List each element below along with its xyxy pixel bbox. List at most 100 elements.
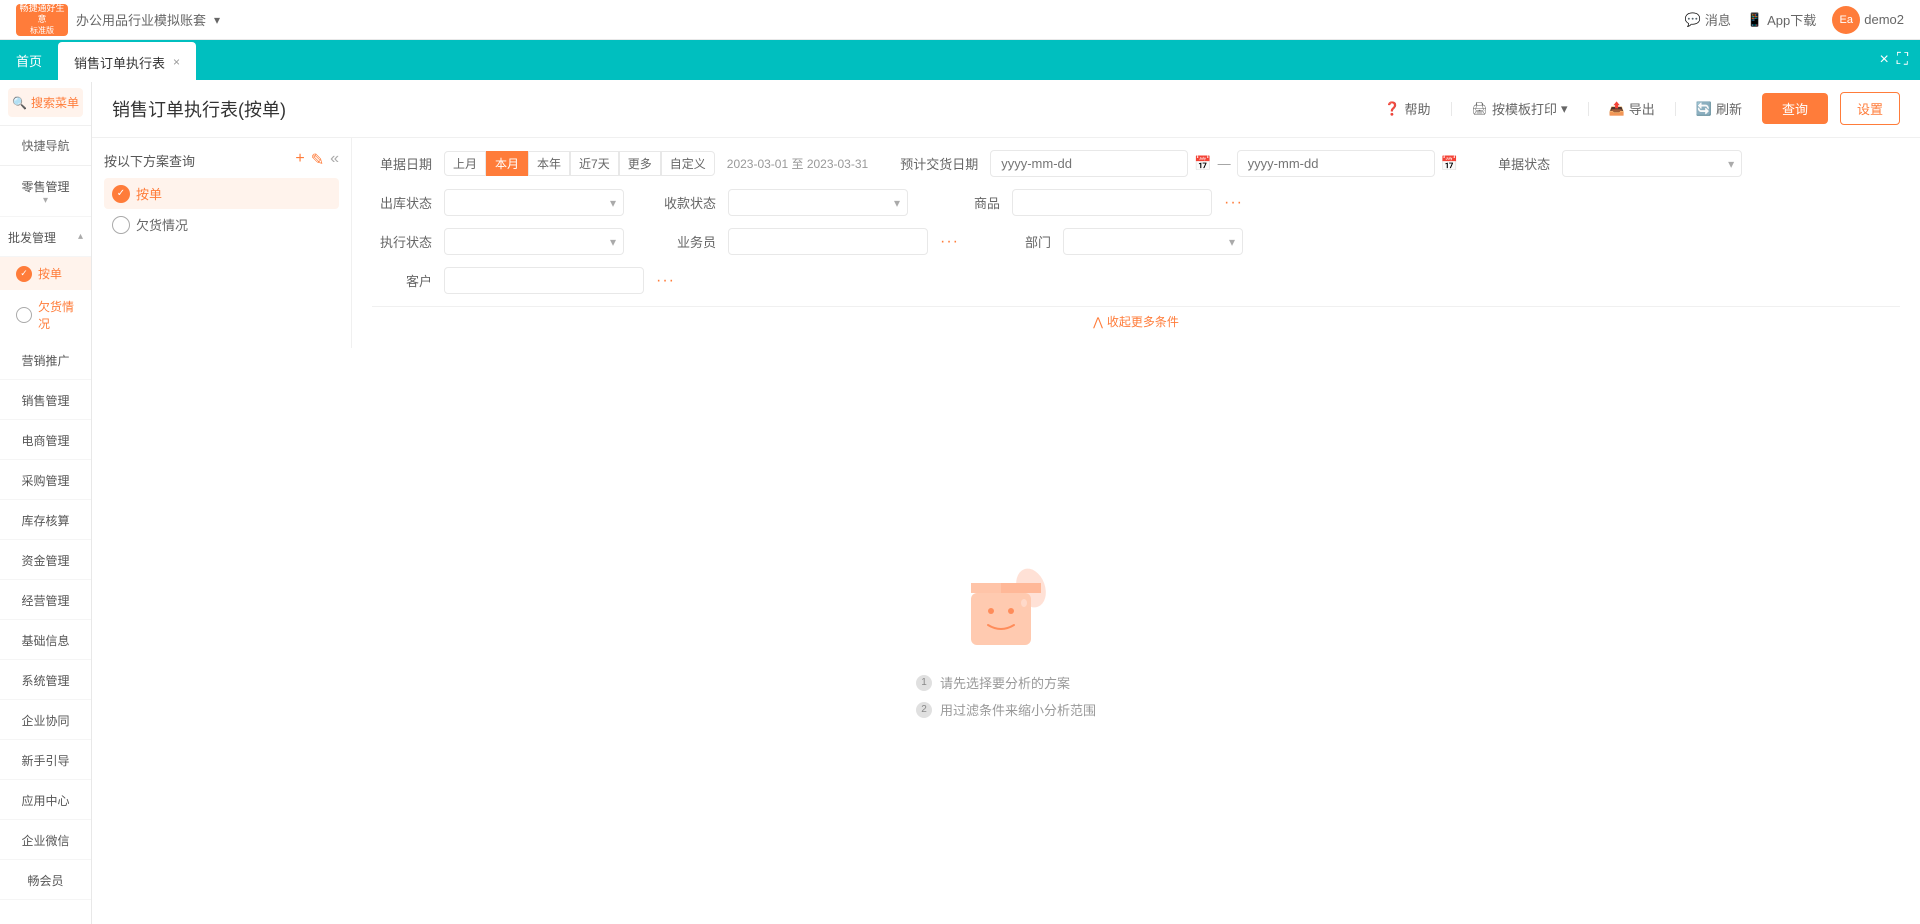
- sidebar-item-apps-label: 应用中心: [21, 792, 69, 809]
- page-title: 销售订单执行表(按单): [112, 96, 286, 122]
- left-panel-title: 按以下方案查询: [104, 151, 195, 170]
- calendar-end-icon[interactable]: 📅: [1441, 155, 1458, 172]
- refresh-label: 刷新: [1716, 99, 1742, 118]
- quick-nav-btn[interactable]: 快捷导航: [8, 132, 83, 159]
- out-status-select[interactable]: [444, 189, 624, 216]
- status-label: 单据状态: [1490, 154, 1550, 173]
- nav-tab-controls: × ⛶: [1879, 51, 1920, 69]
- dept-select-wrap: [1063, 228, 1243, 255]
- sidebar-item-basic-label: 基础信息: [21, 632, 69, 649]
- receipt-status-select[interactable]: [728, 189, 908, 216]
- dept-select[interactable]: [1063, 228, 1243, 255]
- sidebar-item-purchase[interactable]: 采购管理: [0, 460, 91, 500]
- scheme-item-欠货情况[interactable]: 欠货情况: [104, 209, 339, 240]
- app-title-dropdown[interactable]: ▾: [214, 13, 220, 27]
- sidebar-item-zero-retail[interactable]: 零售管理 ▾: [0, 166, 91, 217]
- sidebar-item-system[interactable]: 系统管理: [0, 660, 91, 700]
- tab-last7[interactable]: 近7天: [570, 151, 619, 176]
- sidebar-item-apps[interactable]: 应用中心: [0, 780, 91, 820]
- tab-close-icon[interactable]: ×: [173, 55, 180, 69]
- expected-date-label: 预计交货日期: [900, 154, 978, 173]
- salesperson-dots[interactable]: ···: [940, 233, 959, 251]
- tab-last-month[interactable]: 上月: [444, 151, 486, 176]
- salesperson-input[interactable]: [728, 228, 928, 255]
- print-btn[interactable]: 🖨 按模板打印 ▾: [1464, 95, 1576, 122]
- sidebar-item-sales-label: 销售管理: [21, 392, 69, 409]
- sidebar-item-basic[interactable]: 基础信息: [0, 620, 91, 660]
- exec-status-select[interactable]: [444, 228, 624, 255]
- refresh-btn[interactable]: 🔄 刷新: [1688, 95, 1750, 122]
- sidebar-sub-item-按单[interactable]: ✓ 按单: [0, 257, 91, 290]
- sidebar-item-wholesale-label: 批发管理: [8, 229, 56, 246]
- sidebar-item-ecommerce[interactable]: 电商管理: [0, 420, 91, 460]
- date-tabs: 上月 本月 本年 近7天 更多 自定义: [444, 151, 715, 176]
- window-maximize-icon[interactable]: ⛶: [1897, 51, 1908, 69]
- sidebar-item-finance[interactable]: 资金管理: [0, 540, 91, 580]
- scheme-item-按单[interactable]: ✓ 按单: [104, 178, 339, 209]
- customer-input[interactable]: [444, 267, 644, 294]
- window-close-icon[interactable]: ×: [1879, 51, 1888, 69]
- search-btn[interactable]: 查询: [1762, 93, 1828, 124]
- empty-illustration: [956, 553, 1056, 653]
- tip-num-2: 2: [916, 702, 932, 718]
- message-btn[interactable]: 💬 消息: [1685, 10, 1731, 29]
- sidebar-item-business[interactable]: 经营管理: [0, 580, 91, 620]
- sidebar-item-marketing[interactable]: 营销推广: [0, 340, 91, 380]
- exec-status-select-wrap: [444, 228, 624, 255]
- goods-input[interactable]: [1012, 189, 1212, 216]
- tab-more[interactable]: 更多: [619, 151, 661, 176]
- sidebar-sub-按单-icon: ✓: [16, 266, 32, 282]
- logo[interactable]: 畅捷通好生意 标准版: [16, 4, 68, 36]
- status-select[interactable]: [1562, 150, 1742, 177]
- tab-sales-order-label: 销售订单执行表: [74, 53, 165, 72]
- left-panel-header: 按以下方案查询 + ✎ «: [104, 150, 339, 170]
- goods-dots[interactable]: ···: [1224, 194, 1243, 212]
- sidebar-item-corp[interactable]: 企业协同: [0, 700, 91, 740]
- sidebar-sub-item-欠货[interactable]: 欠货情况: [0, 290, 91, 340]
- customer-dots[interactable]: ···: [656, 272, 675, 290]
- search-menu-btn[interactable]: 🔍 搜索菜单: [8, 88, 83, 117]
- help-btn[interactable]: ❓ 帮助: [1376, 95, 1438, 122]
- goods-label: 商品: [940, 193, 1000, 212]
- tab-current-year[interactable]: 本年: [528, 151, 570, 176]
- app-download-btn[interactable]: 📱 App下载: [1747, 10, 1816, 29]
- status-select-wrap: [1562, 150, 1742, 177]
- user-label: demo2: [1864, 12, 1904, 27]
- settings-btn[interactable]: 设置: [1840, 92, 1900, 125]
- sidebar-item-wholesale[interactable]: 批发管理 ▴: [0, 217, 91, 257]
- sidebar-item-sales[interactable]: 销售管理: [0, 380, 91, 420]
- tab-sales-order[interactable]: 销售订单执行表 ×: [58, 42, 196, 82]
- filter-row-3: 执行状态 业务员 ··· 部门: [372, 228, 1900, 255]
- sidebar-item-newbie[interactable]: 新手引导: [0, 740, 91, 780]
- sidebar-sub-欠货-label: 欠货情况: [38, 298, 75, 332]
- quick-nav-label: 快捷导航: [21, 139, 69, 153]
- expected-date-start[interactable]: [990, 150, 1188, 177]
- page-header: 销售订单执行表(按单) ❓ 帮助 🖨 按模板打印 ▾ 📤 导出: [92, 80, 1920, 138]
- collapse-panel-icon[interactable]: «: [330, 150, 339, 170]
- tab-home[interactable]: 首页: [0, 40, 58, 80]
- tip-text-1: 请先选择要分析的方案: [940, 673, 1070, 692]
- add-scheme-icon[interactable]: +: [295, 150, 304, 170]
- tab-custom[interactable]: 自定义: [661, 151, 715, 176]
- sidebar-item-inventory[interactable]: 库存核算: [0, 500, 91, 540]
- user-profile[interactable]: Ea demo2: [1832, 6, 1904, 34]
- topbar: 畅捷通好生意 标准版 办公用品行业模拟账套 ▾ 💬 消息 📱 App下载 Ea …: [0, 0, 1920, 40]
- sidebar-item-corp-wechat[interactable]: 企业微信: [0, 820, 91, 860]
- app-title: 办公用品行业模拟账套: [76, 10, 206, 29]
- search-menu-label: 搜索菜单: [31, 94, 79, 111]
- scheme-欠货-icon: [112, 216, 130, 234]
- export-btn[interactable]: 📤 导出: [1601, 95, 1663, 122]
- expected-date-end[interactable]: [1237, 150, 1435, 177]
- tab-current-month[interactable]: 本月: [486, 151, 528, 176]
- sidebar-item-member[interactable]: 畅会员: [0, 860, 91, 900]
- edit-scheme-icon[interactable]: ✎: [311, 150, 324, 170]
- sidebar-item-business-label: 经营管理: [21, 592, 69, 609]
- sidebar-item-zero-retail-label: 零售管理: [21, 178, 69, 195]
- sidebar: 🔍 搜索菜单 快捷导航 零售管理 ▾ 批发管理 ▴ ✓ 按单 欠货情况: [0, 80, 92, 924]
- tab-home-label: 首页: [16, 51, 42, 70]
- calendar-start-icon[interactable]: 📅: [1194, 155, 1211, 172]
- scheme-欠货-label: 欠货情况: [136, 215, 188, 234]
- app-download-icon: 📱: [1747, 12, 1763, 28]
- logo-sub: 标准版: [30, 25, 54, 36]
- collapse-bar[interactable]: ⋀ 收起更多条件: [372, 306, 1900, 336]
